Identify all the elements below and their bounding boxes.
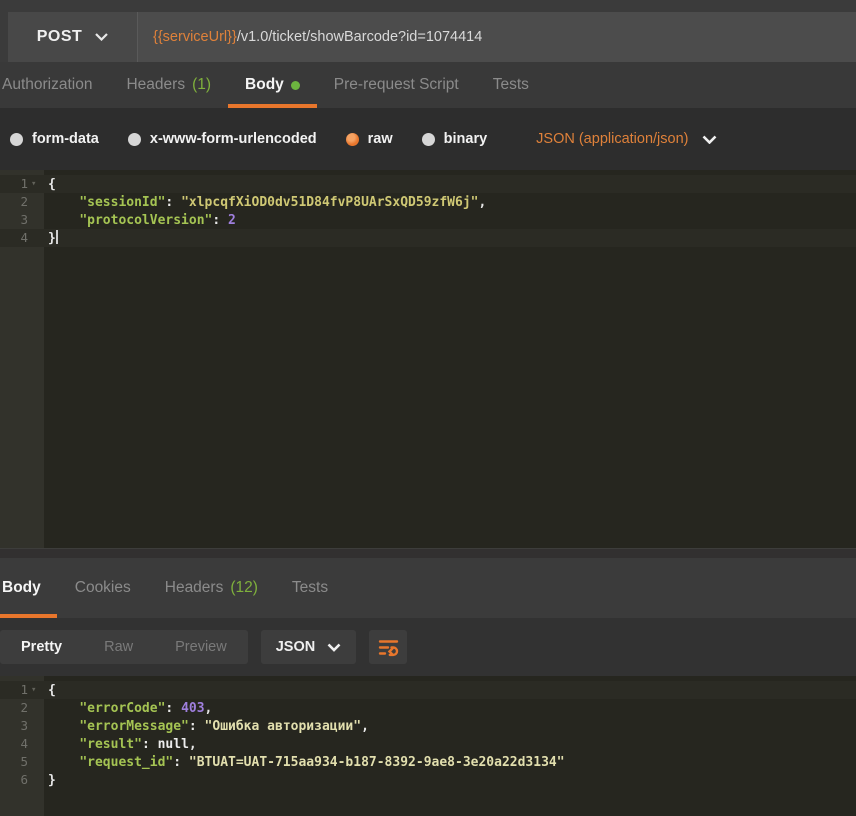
- url-variable: {{serviceUrl}}: [153, 29, 237, 45]
- tab-label: Pre-request Script: [333, 76, 459, 93]
- code-text: "result": null,: [79, 737, 197, 752]
- chevron-down-icon: [703, 135, 717, 144]
- method-label: POST: [36, 28, 83, 45]
- code-text: {: [48, 177, 56, 192]
- body-type-row: form-data x-www-form-urlencoded raw bina…: [0, 108, 856, 170]
- tab-response-headers[interactable]: Headers (12): [165, 558, 258, 618]
- radio-form-data[interactable]: form-data: [10, 131, 99, 147]
- code-line[interactable]: 5 "request_id": "BTUAT=UAT-715aa934-b187…: [0, 753, 856, 771]
- code-line[interactable]: 1 ▾ {: [0, 175, 856, 193]
- code-line[interactable]: 2 "sessionId": "xlpcqfXiOD0dv51D84fvP8UA…: [0, 193, 856, 211]
- radio-label: x-www-form-urlencoded: [149, 131, 317, 147]
- headers-count: (1): [192, 76, 212, 93]
- wrap-text-icon: [378, 639, 398, 656]
- body-filled-dot-icon: [290, 80, 300, 90]
- tab-body[interactable]: Body: [228, 62, 317, 108]
- tab-label: Body: [2, 579, 41, 596]
- tab-response-body[interactable]: Body: [0, 558, 57, 618]
- code-line[interactable]: 3 "protocolVersion": 2: [0, 211, 856, 229]
- radio-icon: [421, 132, 435, 146]
- content-type-selector[interactable]: JSON (application/json): [536, 131, 717, 147]
- code-text: "errorMessage": "Ошибка авторизации",: [79, 719, 369, 734]
- radio-label: form-data: [32, 131, 99, 147]
- line-number: 3: [20, 718, 28, 733]
- url-input[interactable]: {{serviceUrl}}/v1.0/ticket/showBarcode?i…: [138, 12, 856, 62]
- content-type-label: JSON (application/json): [536, 131, 689, 147]
- code-line[interactable]: 2 "errorCode": 403,: [0, 699, 856, 717]
- radio-icon: [10, 132, 23, 146]
- code-text: "sessionId": "xlpcqfXiOD0dv51D84fvP8UArS…: [79, 195, 487, 210]
- pretty-button[interactable]: Pretty: [0, 630, 83, 664]
- tab-response-cookies[interactable]: Cookies: [75, 558, 131, 618]
- tab-label: Tests: [291, 579, 329, 596]
- line-number: 3: [20, 212, 28, 227]
- url-path: /v1.0/ticket/showBarcode?id=1074414: [236, 29, 483, 45]
- button-label: Pretty: [21, 639, 63, 655]
- radio-urlencoded[interactable]: x-www-form-urlencoded: [127, 131, 317, 147]
- radio-raw[interactable]: raw: [345, 131, 393, 147]
- response-format-selector[interactable]: JSON: [260, 630, 357, 664]
- tab-label: Cookies: [74, 579, 131, 596]
- code-line[interactable]: 6}: [0, 771, 856, 789]
- wrap-text-button[interactable]: [369, 630, 408, 664]
- tab-headers[interactable]: Headers (1): [126, 62, 211, 108]
- button-label: Raw: [104, 639, 134, 655]
- response-toolbar: Pretty Raw Preview JSON: [0, 618, 856, 676]
- line-number: 4: [20, 230, 28, 245]
- line-number: 4: [20, 736, 28, 751]
- radio-label: raw: [367, 131, 393, 147]
- code-line[interactable]: 3 "errorMessage": "Ошибка авторизации",: [0, 717, 856, 735]
- request-tabs: Authorization Headers (1) Body Pre-reques…: [0, 62, 856, 108]
- code-line[interactable]: 4}: [0, 229, 856, 247]
- tab-label: Headers: [126, 76, 186, 93]
- chevron-down-icon: [327, 643, 341, 652]
- request-bar: POST {{serviceUrl}}/v1.0/ticket/showBarc…: [8, 12, 856, 62]
- raw-button[interactable]: Raw: [83, 630, 154, 664]
- line-number: 1: [20, 682, 28, 697]
- line-number: 5: [20, 754, 28, 769]
- radio-selected-icon: [345, 132, 359, 146]
- radio-icon: [127, 132, 141, 146]
- tab-label: Authorization: [2, 76, 93, 93]
- preview-button[interactable]: Preview: [154, 630, 248, 664]
- code-line[interactable]: 4 "result": null,: [0, 735, 856, 753]
- method-selector[interactable]: POST: [8, 12, 137, 62]
- view-mode-group: Pretty Raw Preview: [0, 630, 248, 664]
- tab-label: Headers: [164, 579, 224, 596]
- tab-authorization[interactable]: Authorization: [2, 62, 92, 108]
- line-number: 2: [20, 194, 28, 209]
- line-number: 2: [20, 700, 28, 715]
- code-line[interactable]: 1 ▾ {: [0, 681, 856, 699]
- tab-response-tests[interactable]: Tests: [292, 558, 328, 618]
- button-label: Preview: [175, 639, 227, 655]
- tab-pre-request-script[interactable]: Pre-request Script: [334, 62, 459, 108]
- tab-label: Tests: [492, 76, 529, 93]
- line-number: 6: [20, 772, 28, 787]
- fold-caret-icon[interactable]: ▾: [31, 175, 36, 193]
- fold-caret-icon[interactable]: ▾: [31, 681, 36, 699]
- tab-label: Body: [245, 76, 284, 93]
- headers-count: (12): [230, 579, 258, 596]
- section-divider: [0, 548, 856, 558]
- radio-label: binary: [443, 131, 488, 147]
- code-text: }: [48, 773, 56, 788]
- request-body-editor[interactable]: 1 ▾ {2 "sessionId": "xlpcqfXiOD0dv51D84fvP…: [0, 170, 856, 548]
- code-text: "errorCode": 403,: [79, 701, 213, 716]
- radio-binary[interactable]: binary: [421, 131, 488, 147]
- code-text: {: [48, 683, 56, 698]
- text-cursor: [55, 230, 58, 244]
- line-number: 1: [20, 176, 28, 191]
- response-body-editor[interactable]: 1 ▾{2 "errorCode": 403, 3 "errorMessage": …: [0, 676, 856, 816]
- code-text: }: [48, 230, 58, 246]
- code-text: "request_id": "BTUAT=UAT-715aa934-b187-8…: [79, 755, 565, 770]
- format-label: JSON: [275, 639, 316, 655]
- code-text: "protocolVersion": 2: [79, 213, 236, 228]
- response-tabs: Body Cookies Headers (12) Tests: [0, 558, 856, 618]
- chevron-down-icon: [95, 33, 109, 41]
- tab-tests[interactable]: Tests: [493, 62, 529, 108]
